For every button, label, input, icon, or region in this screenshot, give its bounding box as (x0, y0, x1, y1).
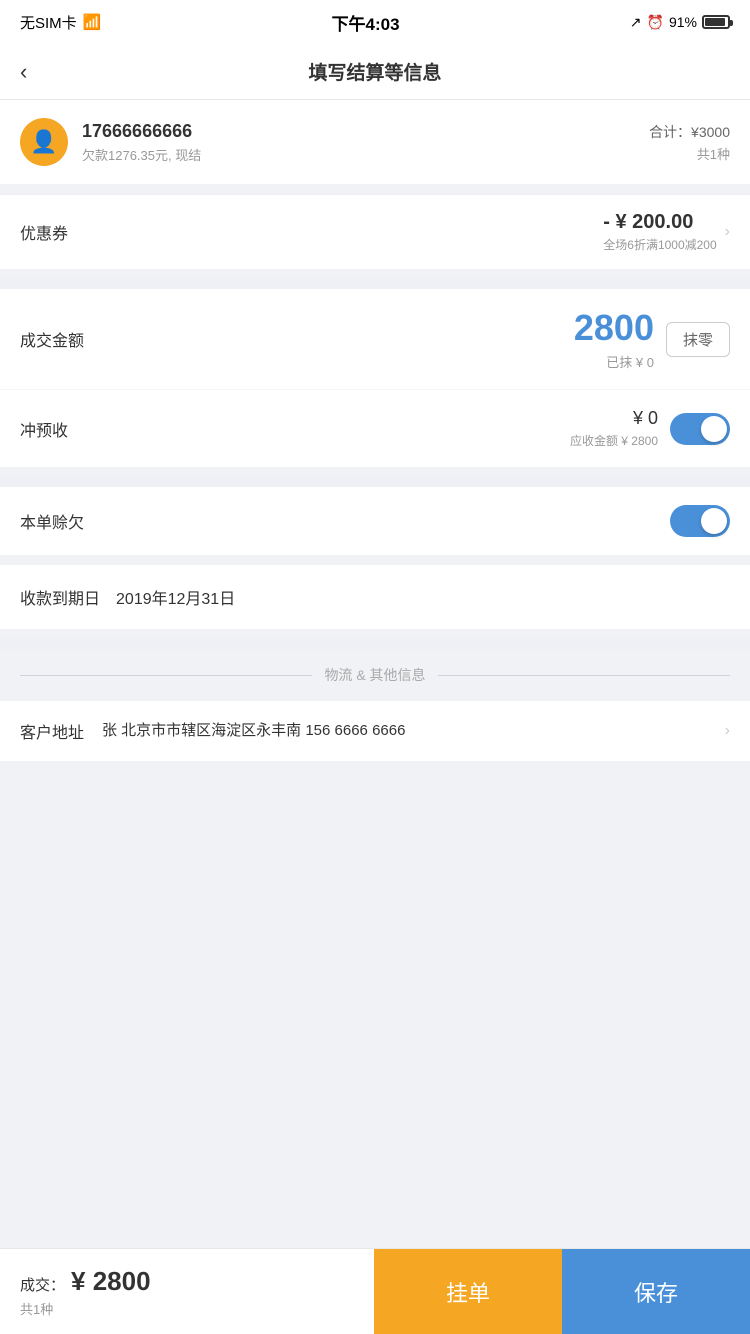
deal-amount-sub: 已抹 ¥ 0 (574, 352, 654, 371)
coupon-discount: - ¥ 200.00 (603, 211, 716, 234)
user-sub: 欠款1276.35元, 现结 (82, 145, 201, 164)
collection-date: 2019年12月31日 (116, 585, 235, 609)
user-total: 合计：¥3000 共1种 (649, 122, 730, 163)
round-button[interactable]: 抹零 (666, 322, 730, 357)
arrears-toggle[interactable] (670, 505, 730, 537)
chongyu-toggle[interactable] (670, 413, 730, 445)
bottom-deal-count: 共1种 (20, 1299, 354, 1318)
arrears-section: 本单赊欠 (0, 487, 750, 555)
user-info: 17666666666 欠款1276.35元, 现结 (82, 121, 201, 164)
page-title: 填写结算等信息 (308, 58, 441, 85)
status-bar: 无SIM卡 📶 下午4:03 ↗ ⏰ 91% (0, 0, 750, 44)
address-row[interactable]: 客户地址 张 北京市市辖区海淀区永丰南 156 6666 6666 › (0, 701, 750, 761)
bottom-summary: 成交： ¥ 2800 共1种 (0, 1266, 374, 1318)
back-button[interactable]: ‹ (12, 51, 35, 93)
content-area: 👤 17666666666 欠款1276.35元, 现结 合计：¥3000 共1… (0, 100, 750, 1061)
total-count: 共1种 (649, 144, 730, 163)
arrears-row: 本单赊欠 (0, 487, 750, 555)
coupon-label: 优惠券 (20, 220, 68, 244)
address-content: 张 北京市市辖区海淀区永丰南 156 6666 6666 (102, 720, 713, 743)
chongyu-amount: ¥ 0 (570, 408, 658, 429)
user-phone: 17666666666 (82, 121, 201, 142)
alarm-icon: ⏰ (647, 14, 664, 31)
separator-1 (0, 279, 750, 289)
divider-line-left (20, 675, 312, 676)
deal-amount-row: 成交金额 2800 已抹 ¥ 0 抹零 (0, 289, 750, 390)
coupon-sub: 全场6折满1000减200 (603, 236, 716, 253)
logistics-divider: 物流 & 其他信息 (0, 649, 750, 701)
bottom-deal-label: 成交： (20, 1274, 65, 1295)
divider-line-right (438, 675, 730, 676)
deal-amount-section: 成交金额 2800 已抹 ¥ 0 抹零 冲预收 ¥ 0 应收金额 ¥ 2800 (0, 289, 750, 467)
separator-2 (0, 477, 750, 487)
chongyu-row: 冲预收 ¥ 0 应收金额 ¥ 2800 (0, 390, 750, 467)
address-chevron-icon: › (725, 722, 730, 740)
chongyu-sub: 应收金额 ¥ 2800 (570, 432, 658, 449)
wifi-icon: 📶 (83, 13, 102, 31)
coupon-chevron-icon: › (725, 223, 730, 241)
address-label: 客户地址 (20, 719, 90, 743)
time-label: 下午4:03 (332, 10, 400, 35)
nav-bar: ‹ 填写结算等信息 (0, 44, 750, 100)
bottom-deal-amount: ¥ 2800 (71, 1266, 151, 1297)
gray-area (0, 761, 750, 961)
location-icon: ↗ (630, 14, 642, 31)
carrier-label: 无SIM卡 (20, 12, 77, 33)
separator-3 (0, 639, 750, 649)
user-card: 👤 17666666666 欠款1276.35元, 现结 合计：¥3000 共1… (0, 100, 750, 184)
save-button[interactable]: 保存 (562, 1249, 750, 1334)
collection-label: 收款到期日 (20, 585, 100, 609)
bottom-bar: 成交： ¥ 2800 共1种 挂单 保存 (0, 1248, 750, 1334)
coupon-row[interactable]: 优惠券 - ¥ 200.00 全场6折满1000减200 › (0, 194, 750, 269)
status-right: ↗ ⏰ 91% (630, 14, 730, 31)
battery-icon (702, 15, 730, 29)
total-label: 合计：¥3000 (649, 122, 730, 142)
avatar: 👤 (20, 118, 68, 166)
suspend-button[interactable]: 挂单 (374, 1249, 562, 1334)
due-date-row: 收款到期日 2019年12月31日 (0, 565, 750, 629)
chongyu-label: 冲预收 (20, 417, 68, 441)
battery-label: 91% (669, 14, 697, 30)
logistics-label: 物流 & 其他信息 (324, 665, 425, 685)
deal-amount-value: 2800 (574, 307, 654, 348)
deal-amount-label: 成交金额 (20, 327, 84, 351)
status-left: 无SIM卡 📶 (20, 12, 101, 33)
arrears-label: 本单赊欠 (20, 509, 84, 533)
